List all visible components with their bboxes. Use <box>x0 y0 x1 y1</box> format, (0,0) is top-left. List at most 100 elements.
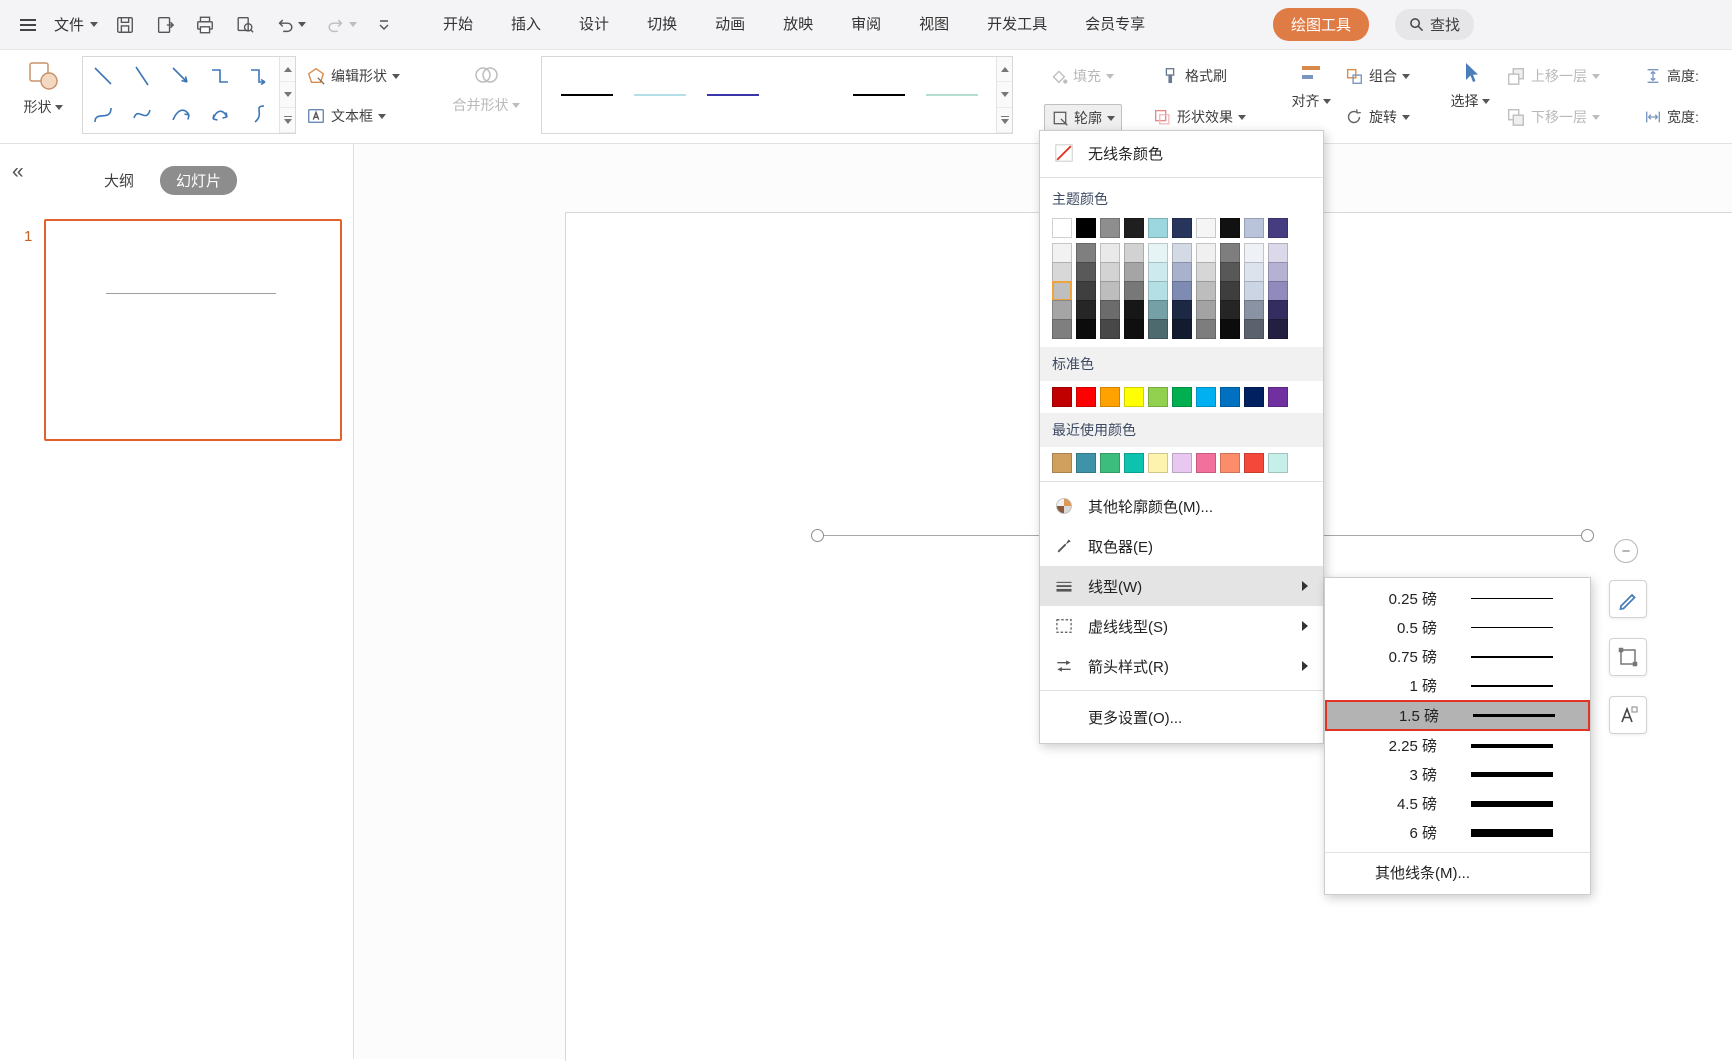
shape-s-curve[interactable] <box>240 95 279 133</box>
theme-shade-10-1[interactable] <box>1268 243 1288 263</box>
theme-color-8[interactable] <box>1220 218 1240 238</box>
recent-color-7[interactable] <box>1196 453 1216 473</box>
theme-shade-9-5[interactable] <box>1244 319 1264 339</box>
more-lines-item[interactable]: 其他线条(M)... <box>1325 852 1590 892</box>
shape-curved-arrow-connector[interactable] <box>161 95 200 133</box>
theme-shade-7-3[interactable] <box>1196 281 1216 301</box>
recent-color-6[interactable] <box>1172 453 1192 473</box>
standard-color-6[interactable] <box>1172 387 1192 407</box>
theme-shade-8-2[interactable] <box>1220 262 1240 282</box>
theme-shade-8-5[interactable] <box>1220 319 1240 339</box>
text-box-button[interactable]: 文本框 <box>306 106 386 126</box>
line-style-item[interactable]: 线型(W) <box>1040 566 1323 606</box>
theme-color-9[interactable] <box>1244 218 1264 238</box>
recent-color-2[interactable] <box>1076 453 1096 473</box>
theme-shade-1-2[interactable] <box>1052 262 1072 282</box>
theme-shade-4-1[interactable] <box>1124 243 1144 263</box>
theme-shade-8-1[interactable] <box>1220 243 1240 263</box>
theme-shade-8-3[interactable] <box>1220 281 1240 301</box>
recent-color-5[interactable] <box>1148 453 1168 473</box>
theme-color-3[interactable] <box>1100 218 1120 238</box>
theme-color-10[interactable] <box>1268 218 1288 238</box>
shape-elbow-connector[interactable] <box>201 57 240 95</box>
tab-slides[interactable]: 幻灯片 <box>160 166 237 195</box>
theme-shade-4-4[interactable] <box>1124 300 1144 320</box>
theme-color-2[interactable] <box>1076 218 1096 238</box>
theme-shade-10-5[interactable] <box>1268 319 1288 339</box>
line-weight-option-4[interactable]: 1 磅 <box>1325 671 1590 700</box>
quick-text-button[interactable] <box>1609 696 1647 734</box>
theme-shade-4-5[interactable] <box>1124 319 1144 339</box>
line-style-black-2[interactable] <box>842 57 915 133</box>
theme-shade-1-3[interactable] <box>1052 281 1072 301</box>
theme-shade-6-5[interactable] <box>1172 319 1192 339</box>
theme-shade-6-3[interactable] <box>1172 281 1192 301</box>
standard-color-10[interactable] <box>1268 387 1288 407</box>
line-style-empty[interactable] <box>769 57 842 133</box>
theme-shade-5-4[interactable] <box>1148 300 1168 320</box>
theme-shade-1-1[interactable] <box>1052 243 1072 263</box>
theme-shade-7-2[interactable] <box>1196 262 1216 282</box>
theme-shade-7-5[interactable] <box>1196 319 1216 339</box>
theme-shade-7-4[interactable] <box>1196 300 1216 320</box>
shape-elbow-arrow-connector[interactable] <box>240 57 279 95</box>
shape-curved-connector-2[interactable] <box>122 95 161 133</box>
menu-tab-7[interactable]: 审阅 <box>832 0 900 49</box>
recent-color-1[interactable] <box>1052 453 1072 473</box>
theme-shade-2-5[interactable] <box>1076 319 1096 339</box>
theme-color-7[interactable] <box>1196 218 1216 238</box>
slide-thumbnail[interactable] <box>44 219 342 441</box>
theme-shade-2-3[interactable] <box>1076 281 1096 301</box>
more-settings-item[interactable]: 更多设置(O)... <box>1040 695 1323 739</box>
menu-tab-5[interactable]: 动画 <box>696 0 764 49</box>
theme-shade-10-3[interactable] <box>1268 281 1288 301</box>
menu-tab-10[interactable]: 会员专享 <box>1066 0 1164 49</box>
theme-shade-9-3[interactable] <box>1244 281 1264 301</box>
menu-tab-4[interactable]: 切换 <box>628 0 696 49</box>
theme-color-4[interactable] <box>1124 218 1144 238</box>
shape-gallery-down-icon[interactable] <box>280 82 295 107</box>
theme-shade-1-4[interactable] <box>1052 300 1072 320</box>
line-handle-left[interactable] <box>811 529 824 542</box>
group-button[interactable]: 组合 <box>1344 66 1410 86</box>
recent-color-3[interactable] <box>1100 453 1120 473</box>
quick-pen-button[interactable] <box>1609 580 1647 618</box>
standard-color-8[interactable] <box>1220 387 1240 407</box>
toolbar-more-chevron-icon[interactable] <box>374 15 394 35</box>
theme-shade-5-2[interactable] <box>1148 262 1168 282</box>
collapse-panel-icon[interactable]: « <box>12 160 24 184</box>
theme-shade-3-1[interactable] <box>1100 243 1120 263</box>
shape-arrow-line[interactable] <box>161 57 200 95</box>
theme-color-5[interactable] <box>1148 218 1168 238</box>
shape-straight-line[interactable] <box>83 57 122 95</box>
line-weight-option-2[interactable]: 0.5 磅 <box>1325 613 1590 642</box>
dash-style-item[interactable]: 虚线线型(S) <box>1040 606 1323 646</box>
search-box[interactable]: 查找 <box>1395 9 1474 40</box>
theme-shade-3-4[interactable] <box>1100 300 1120 320</box>
line-weight-option-3[interactable]: 0.75 磅 <box>1325 642 1590 671</box>
line-handle-right[interactable] <box>1581 529 1594 542</box>
theme-shade-6-4[interactable] <box>1172 300 1192 320</box>
drawing-tools-tab[interactable]: 绘图工具 <box>1273 8 1369 41</box>
more-outline-colors-item[interactable]: 其他轮廓颜色(M)... <box>1040 486 1323 526</box>
edit-shape-button[interactable]: 编辑形状 <box>306 66 400 86</box>
theme-shade-9-2[interactable] <box>1244 262 1264 282</box>
theme-shade-3-5[interactable] <box>1100 319 1120 339</box>
line-style-light-blue[interactable] <box>623 57 696 133</box>
undo-button[interactable] <box>272 12 309 38</box>
recent-color-4[interactable] <box>1124 453 1144 473</box>
theme-shade-5-5[interactable] <box>1148 319 1168 339</box>
shape-curved-double-arrow[interactable] <box>201 95 240 133</box>
menu-tab-9[interactable]: 开发工具 <box>968 0 1066 49</box>
redo-button[interactable] <box>323 12 360 38</box>
theme-shade-6-1[interactable] <box>1172 243 1192 263</box>
menu-tab-2[interactable]: 插入 <box>492 0 560 49</box>
recent-color-8[interactable] <box>1220 453 1240 473</box>
line-gallery-down-icon[interactable] <box>997 82 1012 107</box>
shape-effects-button[interactable]: 形状效果 <box>1152 107 1246 127</box>
theme-shade-2-2[interactable] <box>1076 262 1096 282</box>
line-gallery-up-icon[interactable] <box>997 57 1012 82</box>
theme-shade-9-1[interactable] <box>1244 243 1264 263</box>
standard-color-4[interactable] <box>1124 387 1144 407</box>
theme-shade-3-3[interactable] <box>1100 281 1120 301</box>
